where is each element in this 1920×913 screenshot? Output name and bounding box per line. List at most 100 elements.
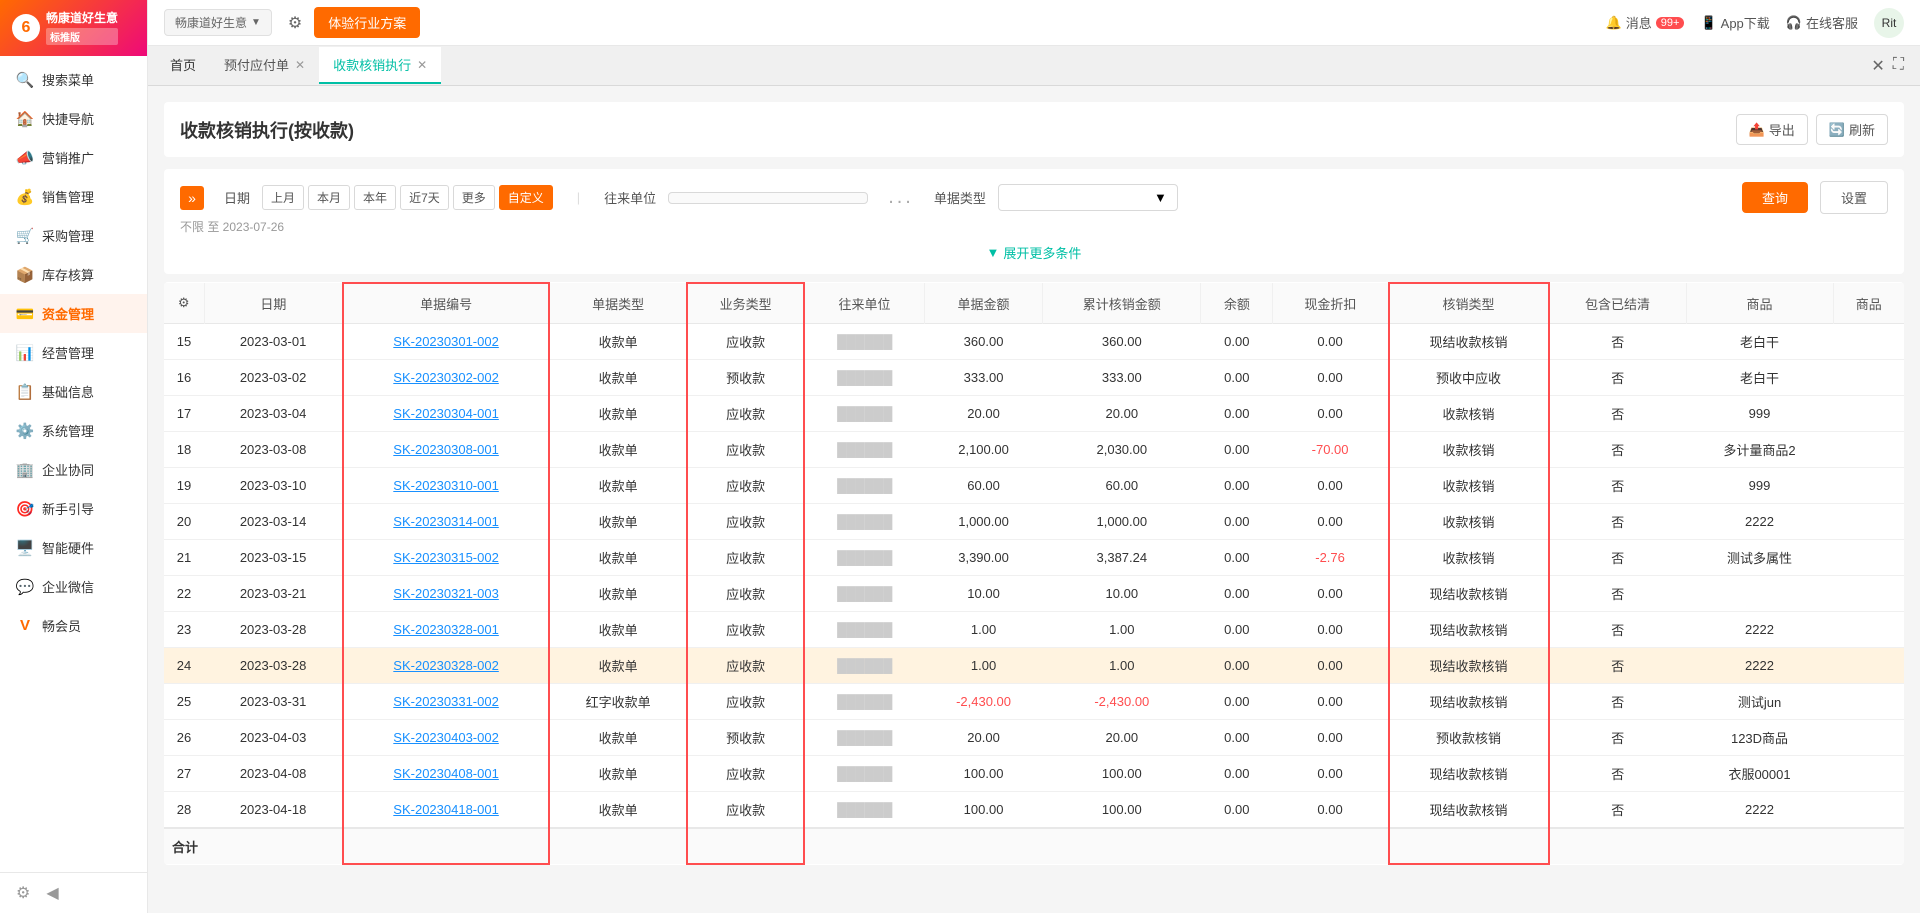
date-filter-label: 日期 [224,188,250,207]
cell-product-1: 999 [1686,396,1833,432]
online-service-action[interactable]: 🎧 在线客服 [1786,13,1858,32]
cell-cash-discount: 0.00 [1273,792,1389,829]
th-product-2: 商品 [1833,283,1904,324]
cell-doc-type: 收款单 [549,468,687,504]
user-avatar[interactable]: Rit [1874,8,1904,38]
query-button[interactable]: 查询 [1742,182,1808,213]
custom-date-btn[interactable]: 自定义 [499,185,553,210]
last-month-btn[interactable]: 上月 [262,185,304,210]
cell-doc-no[interactable]: SK-20230321-003 [343,576,549,612]
cell-doc-no[interactable]: SK-20230328-002 [343,648,549,684]
collapse-sidebar-icon[interactable]: ◀ [46,883,58,903]
cell-seq: 16 [164,360,204,396]
last-7-days-btn[interactable]: 近7天 [400,185,449,210]
cell-doc-no[interactable]: SK-20230331-002 [343,684,549,720]
sidebar-item-label: 新手引导 [42,499,94,518]
cell-biz-type: 应收款 [687,468,804,504]
filter-collapse-button[interactable]: » [180,186,204,210]
cell-biz-type: 应收款 [687,684,804,720]
sidebar-item-hardware[interactable]: 🖥️ 智能硬件 [0,528,147,567]
tab-prepay[interactable]: 预付应付单 ✕ [210,47,319,84]
solution-button[interactable]: 体验行业方案 [314,7,420,38]
cell-doc-no[interactable]: SK-20230308-001 [343,432,549,468]
sidebar-item-newguide[interactable]: 🎯 新手引导 [0,489,147,528]
tab-collection-close[interactable]: ✕ [417,58,427,72]
cell-total-clear: 360.00 [1043,324,1201,360]
doc-type-select[interactable]: ▼ [998,184,1178,211]
filter-dots: ... [888,186,914,209]
refresh-icon: 🔄 [1829,122,1845,138]
sidebar-item-sales[interactable]: 💰 销售管理 [0,177,147,216]
cell-seq: 17 [164,396,204,432]
this-year-btn[interactable]: 本年 [354,185,396,210]
cell-doc-amount: 333.00 [924,360,1042,396]
settings-header-icon[interactable]: ⚙ [288,13,302,33]
fullscreen-icon[interactable]: ⛶ [1893,56,1904,76]
th-product-1: 商品 [1686,283,1833,324]
cell-seq: 20 [164,504,204,540]
cell-product-2 [1833,504,1904,540]
sidebar-item-purchase[interactable]: 🛒 采购管理 [0,216,147,255]
cell-balance: 0.00 [1201,756,1273,792]
cell-include-cleared: 否 [1549,792,1687,829]
cell-include-cleared: 否 [1549,720,1687,756]
cell-product-1: 2222 [1686,504,1833,540]
cell-doc-no[interactable]: SK-20230315-002 [343,540,549,576]
cell-doc-no[interactable]: SK-20230328-001 [343,612,549,648]
cell-seq: 25 [164,684,204,720]
cell-doc-no[interactable]: SK-20230304-001 [343,396,549,432]
cell-total-clear: -2,430.00 [1043,684,1201,720]
export-button[interactable]: 📤 导出 [1736,114,1808,145]
sidebar-item-marketing[interactable]: 📣 营销推广 [0,138,147,177]
tab-collection[interactable]: 收款核销执行 ✕ [319,47,441,84]
table-row: 262023-04-03SK-20230403-002收款单预收款██████2… [164,720,1904,756]
settings-filter-button[interactable]: 设置 [1820,181,1888,214]
th-settings[interactable]: ⚙ [164,283,204,324]
sidebar-item-basic[interactable]: 📋 基础信息 [0,372,147,411]
partner-filter-label: 往来单位 [604,188,656,207]
sidebar-item-member[interactable]: V 畅会员 [0,606,147,645]
close-all-icon[interactable]: ✕ [1871,56,1884,76]
cell-product-1: 测试多属性 [1686,540,1833,576]
breadcrumb-select[interactable]: 畅康道好生意 ▼ [164,9,272,36]
cell-doc-no[interactable]: SK-20230418-001 [343,792,549,829]
cell-balance: 0.00 [1201,432,1273,468]
cell-doc-amount: 20.00 [924,720,1042,756]
sidebar-item-quicknav[interactable]: 🏠 快捷导航 [0,99,147,138]
sidebar-item-operations[interactable]: 📊 经营管理 [0,333,147,372]
cell-biz-type: 应收款 [687,432,804,468]
sidebar-item-search[interactable]: 🔍 搜索菜单 [0,60,147,99]
cell-include-cleared: 否 [1549,432,1687,468]
sidebar-item-finance[interactable]: 💳 资金管理 [0,294,147,333]
app-download-label: App下载 [1721,13,1770,32]
sidebar-item-company[interactable]: 🏢 企业协同 [0,450,147,489]
cell-partner: ██████ [804,432,924,468]
tab-home[interactable]: 首页 [156,47,210,84]
table-row: 202023-03-14SK-20230314-001收款单应收款██████1… [164,504,1904,540]
cell-include-cleared: 否 [1549,540,1687,576]
cell-doc-no[interactable]: SK-20230314-001 [343,504,549,540]
app-download-action[interactable]: 📱 App下载 [1700,13,1769,32]
expand-filter-button[interactable]: ▼ 展开更多条件 [987,243,1082,262]
sidebar-item-label: 畅会员 [42,616,81,635]
cell-doc-no[interactable]: SK-20230301-002 [343,324,549,360]
sidebar-item-system[interactable]: ⚙️ 系统管理 [0,411,147,450]
cell-include-cleared: 否 [1549,504,1687,540]
refresh-button[interactable]: 🔄 刷新 [1816,114,1888,145]
cell-total-clear: 20.00 [1043,396,1201,432]
cell-doc-no[interactable]: SK-20230408-001 [343,756,549,792]
more-date-btn[interactable]: 更多 [453,185,495,210]
partner-input[interactable] [668,192,868,204]
tab-prepay-close[interactable]: ✕ [295,58,305,72]
cell-balance: 0.00 [1201,468,1273,504]
cell-doc-no[interactable]: SK-20230403-002 [343,720,549,756]
this-month-btn[interactable]: 本月 [308,185,350,210]
sidebar-item-wechat[interactable]: 💬 企业微信 [0,567,147,606]
cell-doc-no[interactable]: SK-20230302-002 [343,360,549,396]
cell-seq: 21 [164,540,204,576]
cell-total-clear: 60.00 [1043,468,1201,504]
cell-doc-no[interactable]: SK-20230310-001 [343,468,549,504]
messages-action[interactable]: 🔔 消息 99+ [1606,13,1685,32]
sidebar-item-inventory[interactable]: 📦 库存核算 [0,255,147,294]
settings-footer-icon[interactable]: ⚙ [16,883,30,903]
